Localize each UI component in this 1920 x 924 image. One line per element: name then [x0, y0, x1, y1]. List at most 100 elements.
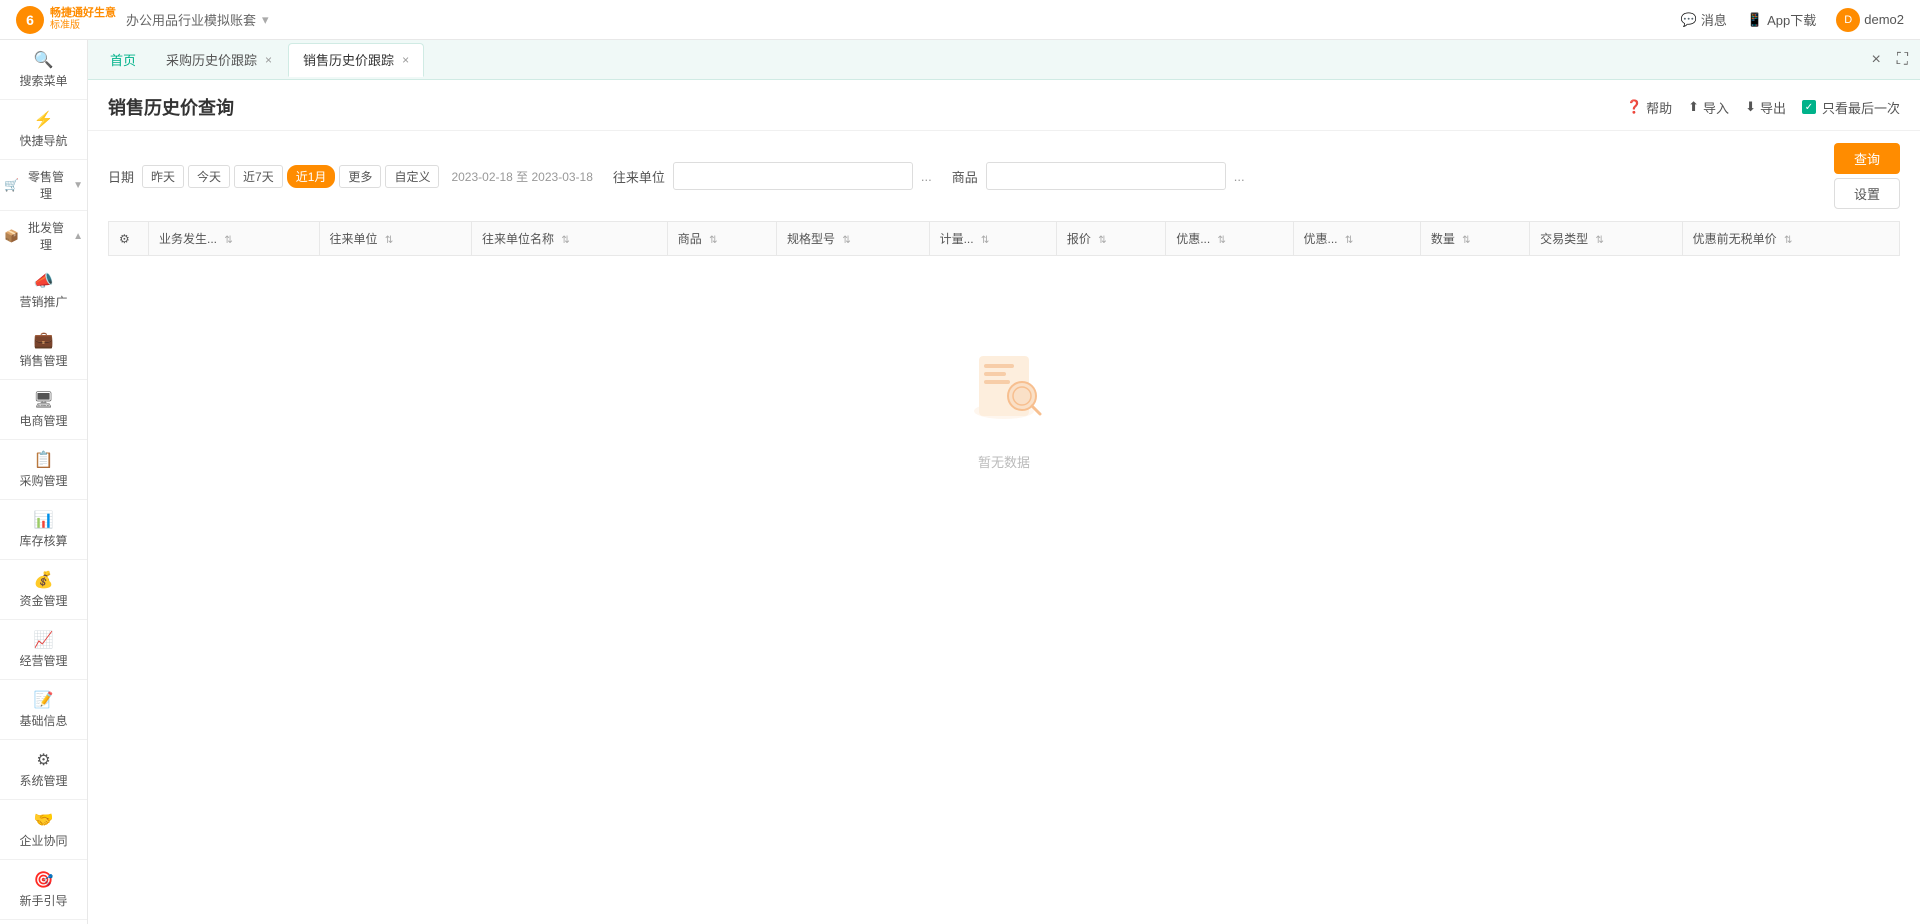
- app-title-area[interactable]: 办公用品行业模拟账套 ▾: [126, 10, 269, 29]
- date-btn-more[interactable]: 更多: [339, 165, 381, 188]
- sidebar-item-sales-mgmt[interactable]: 💼 销售管理: [0, 320, 87, 379]
- logo-icon: 6: [16, 6, 44, 34]
- tab-sales-history[interactable]: 销售历史价跟踪 ×: [288, 43, 424, 77]
- product-input[interactable]: [986, 162, 1226, 190]
- empty-state-icon: [954, 336, 1054, 436]
- table-col-settings[interactable]: ⚙: [109, 222, 149, 256]
- ecommerce-icon: 🖥: [33, 390, 53, 410]
- table-col-trade-type[interactable]: 交易类型 ⇅: [1530, 222, 1683, 256]
- marketing-icon: 📣: [34, 271, 54, 291]
- sidebar-item-retail-mgmt[interactable]: 🛒 零售管理 ▼: [0, 160, 87, 210]
- import-action[interactable]: ⬆ 导入: [1688, 98, 1729, 117]
- only-last-checkbox[interactable]: ✓: [1802, 100, 1816, 114]
- settings-button[interactable]: 设置: [1834, 178, 1900, 209]
- date-search-group: 日期 昨天 今天 近7天 近1月 更多 自定义 2023-02-18 至 202…: [108, 165, 593, 188]
- table-col-discount1[interactable]: 优惠... ⇅: [1166, 222, 1293, 256]
- product-label: 商品: [952, 167, 978, 186]
- message-icon: 💬: [1681, 12, 1697, 28]
- app-download-action[interactable]: 📱 App下载: [1747, 10, 1816, 29]
- date-range: 2023-02-18 至 2023-03-18: [451, 168, 592, 185]
- page-header: 销售历史价查询 ❓ 帮助 ⬆ 导入 ⬇ 导出 ✓: [88, 80, 1920, 131]
- counterparty-ellipsis[interactable]: ...: [921, 169, 932, 184]
- user-name: demo2: [1864, 12, 1904, 27]
- sys-mgmt-icon: ⚙: [36, 750, 50, 770]
- finance-icon: 💰: [34, 570, 54, 590]
- page-title: 销售历史价查询: [108, 94, 234, 120]
- sidebar-item-enterprise-collab[interactable]: 🤝 企业协同: [0, 800, 87, 860]
- sidebar-item-sys-mgmt[interactable]: ⚙ 系统管理: [0, 740, 87, 800]
- counterparty-label: 往来单位: [613, 167, 665, 186]
- empty-state: 暂无数据: [108, 256, 1900, 551]
- table-header-row: ⚙ 业务发生... ⇅ 往来单位 ⇅ 往来单位名称 ⇅ 商品: [109, 222, 1900, 256]
- export-action[interactable]: ⬇ 导出: [1745, 98, 1786, 117]
- sidebar: 🔍 搜索菜单 ⚡ 快捷导航 🛒 零售管理 ▼ 📦 批发管理 ▲ 📣 营销推广: [0, 40, 88, 924]
- sidebar-item-ecommerce[interactable]: 🖥 电商管理: [0, 380, 87, 440]
- table-col-spec[interactable]: 规格型号 ⇅: [777, 222, 930, 256]
- logo-area: 6 畅捷通好生意 标准版: [16, 6, 116, 34]
- table-col-counterparty-code[interactable]: 往来单位 ⇅: [319, 222, 472, 256]
- sidebar-item-marketing[interactable]: 📣 营销推广: [0, 261, 87, 320]
- date-btn-custom[interactable]: 自定义: [385, 165, 439, 188]
- table-col-unit[interactable]: 计量... ⇅: [929, 222, 1056, 256]
- table-col-pre-tax-price[interactable]: 优惠前无税单价 ⇅: [1682, 222, 1899, 256]
- search-bar: 日期 昨天 今天 近7天 近1月 更多 自定义 2023-02-18 至 202…: [88, 131, 1920, 221]
- sidebar-item-app-center[interactable]: 📱 应用中心: [0, 920, 87, 924]
- table-col-quantity[interactable]: 数量 ⇅: [1420, 222, 1529, 256]
- purchase-history-tab-close[interactable]: ×: [265, 54, 272, 66]
- only-last-checkbox-area[interactable]: ✓ 只看最后一次: [1802, 98, 1900, 117]
- sidebar-item-finance[interactable]: 💰 资金管理: [0, 560, 87, 620]
- header-left: 6 畅捷通好生意 标准版 办公用品行业模拟账套 ▾: [16, 6, 269, 34]
- sidebar-item-wholesale-mgmt[interactable]: 📦 批发管理 ▲: [0, 211, 87, 261]
- query-button[interactable]: 查询: [1834, 143, 1900, 174]
- tab-home[interactable]: 首页: [96, 43, 150, 77]
- chevron-up-icon: ▲: [73, 231, 83, 242]
- sales-history-tab-close[interactable]: ×: [402, 54, 409, 66]
- import-icon: ⬆: [1688, 99, 1699, 115]
- message-action[interactable]: 💬 消息: [1681, 10, 1727, 29]
- table-container: ⚙ 业务发生... ⇅ 往来单位 ⇅ 往来单位名称 ⇅ 商品: [88, 221, 1920, 551]
- sales-history-tab-label: 销售历史价跟踪: [303, 50, 394, 69]
- table-col-product[interactable]: 商品 ⇅: [667, 222, 776, 256]
- top-header: 6 畅捷通好生意 标准版 办公用品行业模拟账套 ▾ 💬 消息 📱 App下载 D…: [0, 0, 1920, 40]
- product-search-group: 商品 ...: [952, 162, 1245, 190]
- page-content: 销售历史价查询 ❓ 帮助 ⬆ 导入 ⬇ 导出 ✓: [88, 80, 1920, 924]
- dropdown-icon[interactable]: ▾: [262, 12, 269, 28]
- sidebar-item-purchase-mgmt[interactable]: 📋 采购管理: [0, 440, 87, 500]
- sidebar-item-quick-nav[interactable]: ⚡ 快捷导航: [0, 100, 87, 160]
- sidebar-item-inventory[interactable]: 📊 库存核算: [0, 500, 87, 560]
- help-action[interactable]: ❓ 帮助: [1626, 98, 1672, 117]
- empty-state-text: 暂无数据: [978, 452, 1030, 471]
- tab-purchase-history[interactable]: 采购历史价跟踪 ×: [152, 43, 286, 77]
- date-btn-yesterday[interactable]: 昨天: [142, 165, 184, 188]
- product-ellipsis[interactable]: ...: [1234, 169, 1245, 184]
- chevron-down-icon: ▼: [73, 180, 83, 191]
- user-profile[interactable]: D demo2: [1836, 8, 1904, 32]
- sidebar-item-operations[interactable]: 📈 经营管理: [0, 620, 87, 680]
- table-col-biz-date[interactable]: 业务发生... ⇅: [149, 222, 320, 256]
- date-btn-last7days[interactable]: 近7天: [234, 165, 283, 188]
- search-icon: 🔍: [34, 50, 54, 70]
- date-label: 日期: [108, 167, 134, 186]
- tab-bar: 首页 采购历史价跟踪 × 销售历史价跟踪 × × ⛶: [88, 40, 1920, 80]
- retail-mgmt-icon: 🛒: [4, 178, 19, 192]
- table-col-discount2[interactable]: 优惠... ⇅: [1293, 222, 1420, 256]
- header-right: 💬 消息 📱 App下载 D demo2: [1681, 8, 1904, 32]
- operations-icon: 📈: [34, 630, 54, 650]
- counterparty-input[interactable]: [673, 162, 913, 190]
- purchase-mgmt-icon: 📋: [34, 450, 54, 470]
- date-btn-last1month[interactable]: 近1月: [287, 165, 336, 188]
- newbie-guide-icon: 🎯: [34, 870, 54, 890]
- tab-close-all-button[interactable]: ×: [1867, 47, 1884, 73]
- purchase-history-tab-label: 采购历史价跟踪: [166, 50, 257, 69]
- tab-maximize-button[interactable]: ⛶: [1893, 47, 1912, 73]
- table-col-quoted-price[interactable]: 报价 ⇅: [1056, 222, 1165, 256]
- sales-mgmt-icon: 💼: [34, 330, 54, 350]
- sidebar-item-search-menu[interactable]: 🔍 搜索菜单: [0, 40, 87, 100]
- sidebar-item-basic-info[interactable]: 📝 基础信息: [0, 680, 87, 740]
- table-col-counterparty-name[interactable]: 往来单位名称 ⇅: [472, 222, 668, 256]
- app-download-icon: 📱: [1747, 12, 1763, 28]
- date-btn-today[interactable]: 今天: [188, 165, 230, 188]
- sidebar-item-newbie-guide[interactable]: 🎯 新手引导: [0, 860, 87, 920]
- basic-info-icon: 📝: [34, 690, 54, 710]
- date-filter-btns: 昨天 今天 近7天 近1月 更多 自定义: [142, 165, 439, 188]
